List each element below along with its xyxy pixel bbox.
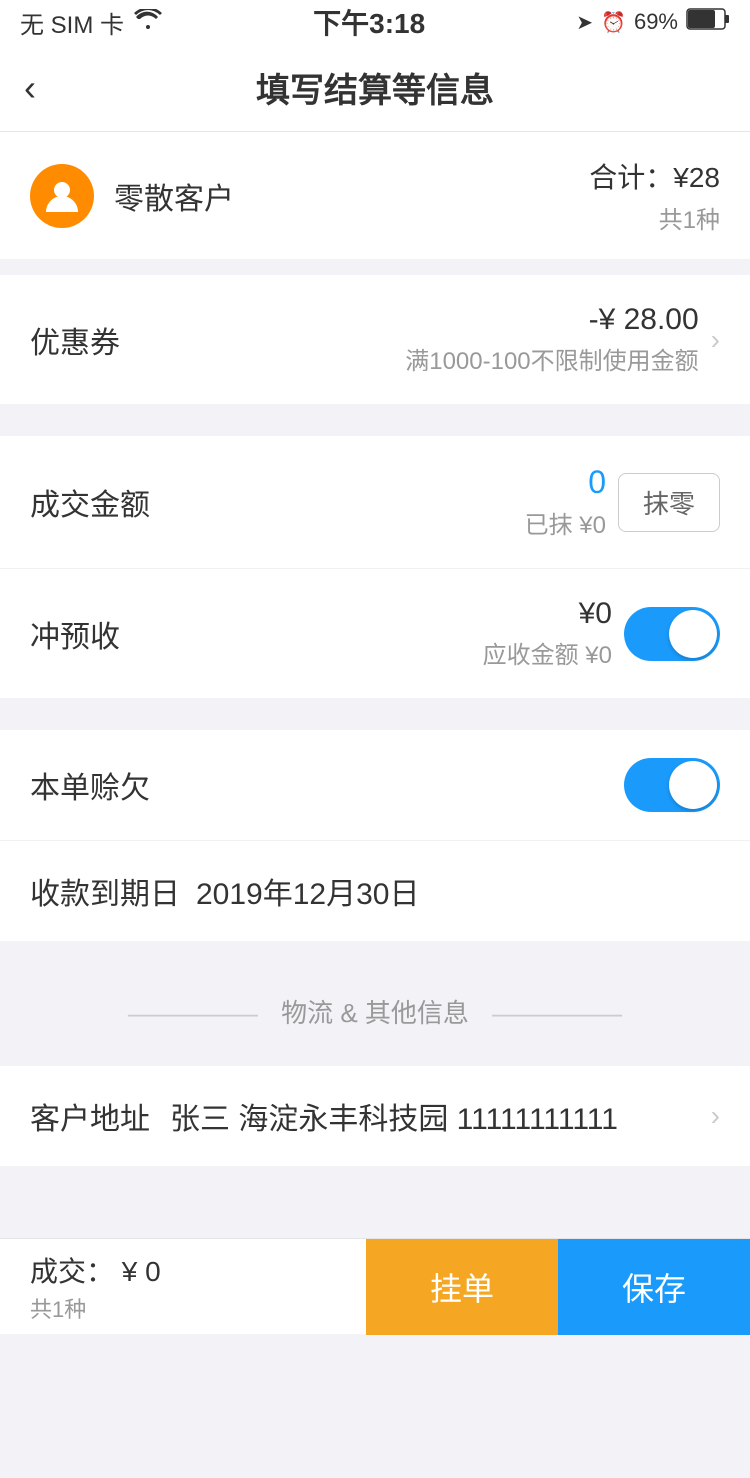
section-divider-1	[0, 420, 750, 436]
prepayment-value: ¥0	[483, 597, 612, 631]
wifi-icon	[134, 8, 162, 36]
deal-amount-value: 0	[525, 464, 606, 501]
status-time: 下午3:18	[313, 2, 425, 42]
logistics-divider-right: —————	[492, 998, 622, 1028]
status-bar: 无 SIM 卡 下午3:18 ➤ ⏰ 69%	[0, 0, 750, 44]
no-sim-label: 无 SIM 卡	[20, 5, 124, 40]
customer-name: 零散客户	[114, 174, 234, 218]
location-icon: ➤	[576, 10, 593, 35]
bottom-count: 共1种	[30, 1292, 336, 1324]
section-divider-4	[0, 1050, 750, 1066]
debt-section: 本单赊欠 收款到期日 2019年12月30日	[0, 730, 750, 941]
customer-section: 零散客户 合计：¥28 共1种	[0, 132, 750, 259]
logistics-header: ————— 物流 & 其他信息 —————	[0, 973, 750, 1050]
customer-total: 合计：¥28	[589, 156, 720, 196]
coupon-section: 优惠券 -¥ 28.00 满1000-100不限制使用金额 ›	[0, 275, 750, 404]
hold-button[interactable]: 挂单	[366, 1239, 558, 1335]
page-title: 填写结算等信息	[256, 63, 494, 112]
save-button[interactable]: 保存	[558, 1239, 750, 1335]
deal-amount-sub: 已抹 ¥0	[525, 505, 606, 540]
bottom-info: 成交： ¥ 0 共1种	[0, 1250, 366, 1324]
debt-toggle[interactable]	[624, 758, 720, 812]
chevron-right-icon: ›	[711, 324, 720, 356]
due-date-row: 收款到期日 2019年12月30日	[0, 841, 750, 941]
prepayment-label: 冲预收	[30, 612, 120, 656]
coupon-row[interactable]: 优惠券 -¥ 28.00 满1000-100不限制使用金额 ›	[0, 275, 750, 404]
deal-amount-section: 成交金额 0 已抹 ¥0 抹零 冲预收 ¥0 应收金额 ¥0	[0, 436, 750, 698]
nav-bar: ‹ 填写结算等信息	[0, 44, 750, 132]
prepayment-right: ¥0 应收金额 ¥0	[483, 597, 720, 670]
roundoff-button[interactable]: 抹零	[618, 473, 720, 532]
coupon-discount-note: 满1000-100不限制使用金额	[405, 341, 698, 376]
deal-amount-label: 成交金额	[30, 480, 150, 524]
bottom-deal-row: 成交： ¥ 0	[30, 1250, 336, 1290]
section-divider-2	[0, 714, 750, 730]
debt-label: 本单赊欠	[30, 763, 150, 807]
address-chevron-icon: ›	[711, 1100, 720, 1132]
coupon-label: 优惠券	[30, 318, 120, 362]
prepayment-row: 冲预收 ¥0 应收金额 ¥0	[0, 569, 750, 698]
address-row[interactable]: 客户地址 张三 海淀永丰科技园 11111111111 ›	[0, 1066, 750, 1166]
deal-amount-right: 0 已抹 ¥0 抹零	[525, 464, 720, 540]
debt-row: 本单赊欠	[0, 730, 750, 841]
status-right: ➤ ⏰ 69%	[576, 8, 730, 37]
address-value: 张三 海淀永丰科技园 11111111111	[170, 1094, 711, 1138]
battery-icon	[686, 8, 730, 37]
customer-count: 共1种	[589, 200, 720, 235]
status-left: 无 SIM 卡	[20, 5, 162, 40]
debt-right	[624, 758, 720, 812]
debt-toggle-knob	[669, 761, 717, 809]
bottom-deal-label: 成交：	[30, 1256, 114, 1287]
address-label: 客户地址	[30, 1094, 150, 1138]
coupon-right: -¥ 28.00 满1000-100不限制使用金额 ›	[405, 303, 720, 376]
logistics-label: 物流 & 其他信息	[281, 998, 469, 1028]
bottom-deal-value: ¥ 0	[122, 1256, 161, 1287]
back-button[interactable]: ‹	[24, 67, 36, 109]
battery-label: 69%	[634, 9, 678, 35]
customer-left: 零散客户	[30, 164, 234, 228]
prepayment-toggle[interactable]	[624, 607, 720, 661]
customer-avatar	[30, 164, 94, 228]
bottom-bar: 成交： ¥ 0 共1种 挂单 保存	[0, 1238, 750, 1334]
customer-right: 合计：¥28 共1种	[589, 156, 720, 235]
due-date-label: 收款到期日	[30, 869, 180, 913]
coupon-discount-value: -¥ 28.00	[405, 303, 698, 337]
toggle-knob	[669, 610, 717, 658]
deal-amount-row: 成交金额 0 已抹 ¥0 抹零	[0, 436, 750, 569]
section-divider-3	[0, 957, 750, 973]
prepayment-sub: 应收金额 ¥0	[483, 635, 612, 670]
logistics-divider-left: —————	[128, 998, 258, 1028]
alarm-icon: ⏰	[601, 10, 626, 35]
due-date-value: 2019年12月30日	[196, 869, 419, 913]
